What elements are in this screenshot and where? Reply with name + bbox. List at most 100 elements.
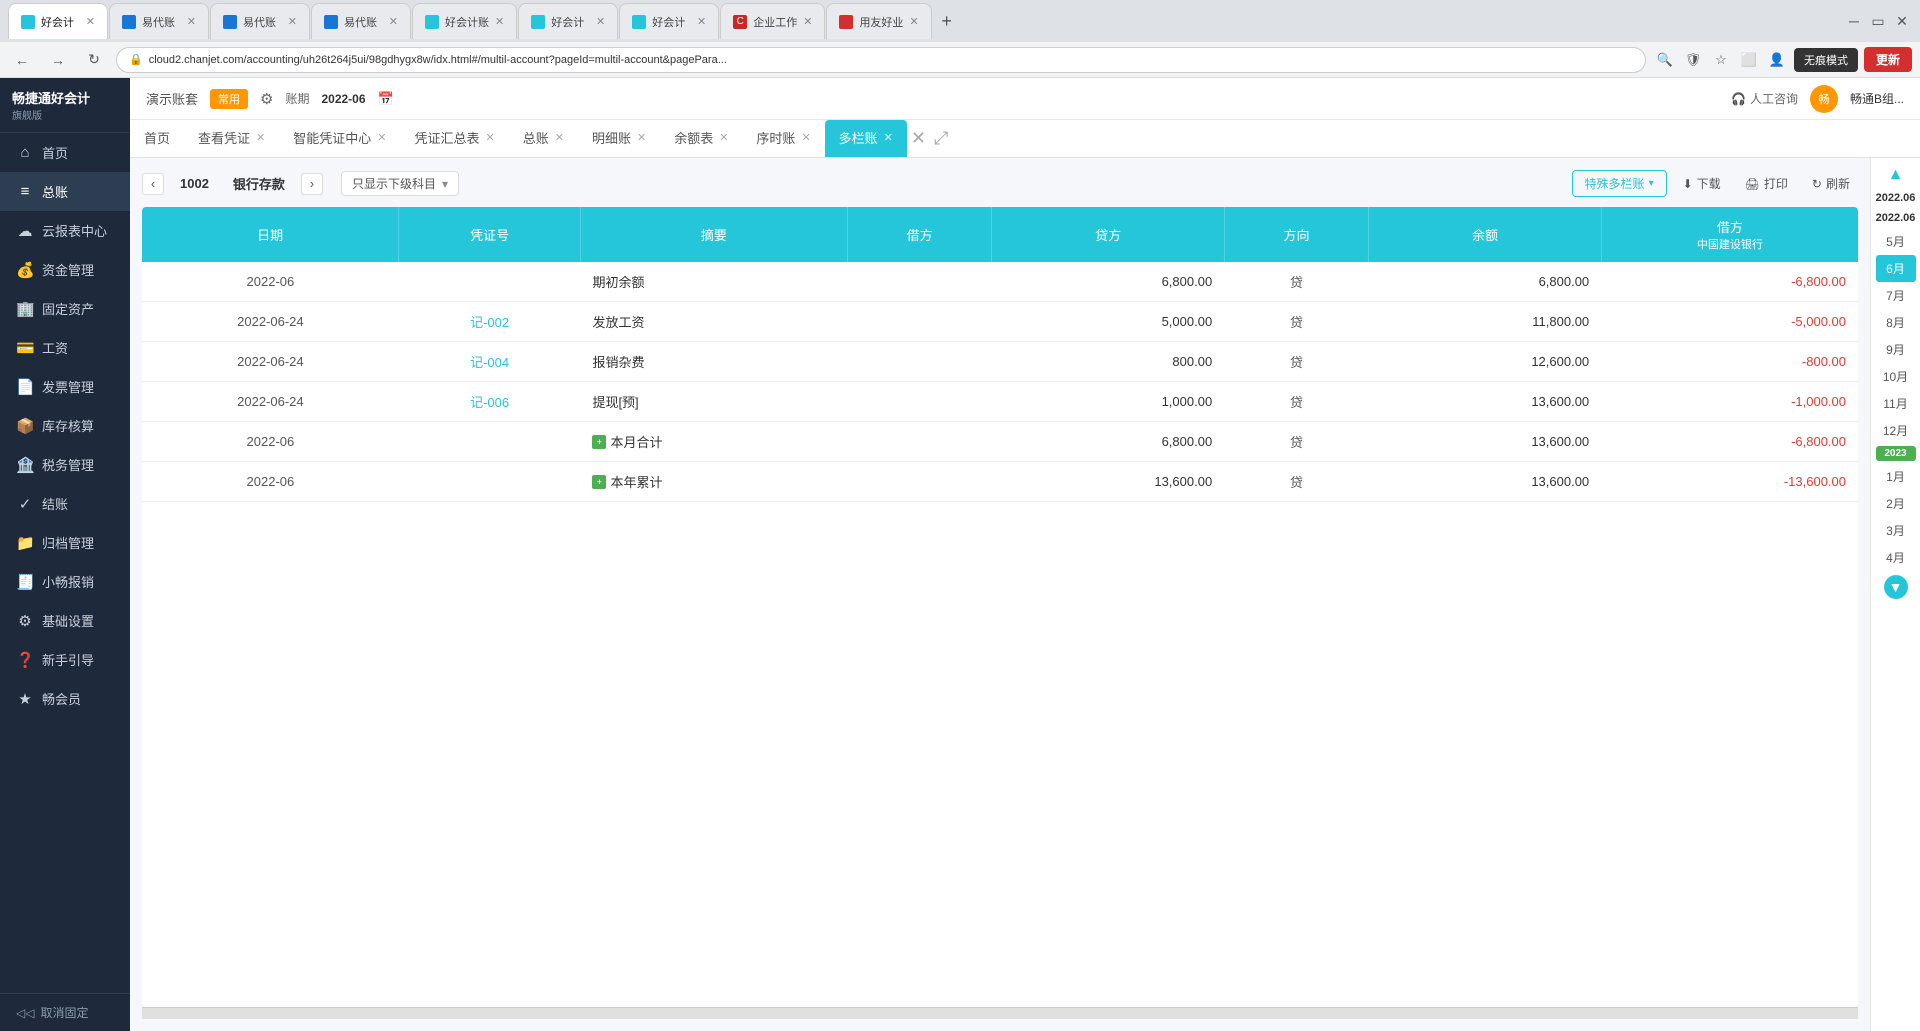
address-input[interactable]: 🔒 cloud2.chanjet.com/accounting/uh26t264… <box>116 47 1646 73</box>
forward-btn[interactable]: → <box>44 46 72 74</box>
payroll-icon: 💳 <box>16 339 34 357</box>
filter-dropdown[interactable]: 只显示下级科目 ▾ <box>341 171 459 196</box>
tab-close-btn[interactable]: ✕ <box>86 15 95 28</box>
page-tab-view-voucher[interactable]: 查看凭证 ✕ <box>184 120 279 157</box>
sidebar-item-guide[interactable]: ❓ 新手引导 <box>0 640 130 679</box>
sidebar-item-payroll[interactable]: 💳 工资 <box>0 328 130 367</box>
month-item-12[interactable]: 12月 <box>1876 417 1916 444</box>
back-btn[interactable]: ← <box>8 46 36 74</box>
settings-gear-icon[interactable]: ⚙ <box>260 90 273 108</box>
page-tab-general-ledger[interactable]: 总账 ✕ <box>509 120 578 157</box>
sidebar-item-fixed-assets[interactable]: 🏢 固定资产 <box>0 289 130 328</box>
close-window-btn[interactable]: ✕ <box>1892 11 1912 31</box>
cell-voucher[interactable]: 记-006 <box>399 382 581 422</box>
search-icon[interactable]: 🔍 <box>1654 49 1676 71</box>
page-tab-balance[interactable]: 余额表 ✕ <box>660 120 742 157</box>
page-tab-close-multi-col[interactable]: ✕ <box>884 131 893 144</box>
sidebar-item-archive[interactable]: 📁 归档管理 <box>0 523 130 562</box>
horizontal-scrollbar[interactable] <box>142 1007 1858 1019</box>
sidebar-item-cloud-reports[interactable]: ☁ 云报表中心 <box>0 211 130 250</box>
month-item-5[interactable]: 5月 <box>1876 228 1916 255</box>
prev-account-btn[interactable]: ‹ <box>142 173 164 195</box>
cell-voucher[interactable]: 记-004 <box>399 342 581 382</box>
tab-yonyou[interactable]: 用友好业 ✕ <box>826 3 931 39</box>
tab-haohuiji-3[interactable]: 好会计 ✕ <box>518 3 618 39</box>
profile-icon[interactable]: 👤 <box>1766 49 1788 71</box>
tab-close-btn[interactable]: ✕ <box>596 15 605 28</box>
sidebar-item-expense[interactable]: 🧾 小畅报销 <box>0 562 130 601</box>
sidebar-item-membership[interactable]: ★ 畅会员 <box>0 679 130 718</box>
month-nav-up-btn[interactable]: ▲ <box>1884 162 1908 188</box>
page-tab-close-view-voucher[interactable]: ✕ <box>256 131 265 144</box>
extensions-icon[interactable]: ⬜ <box>1738 49 1760 71</box>
refresh-browser-btn[interactable]: ↻ <box>80 46 108 74</box>
month-item-9[interactable]: 9月 <box>1876 336 1916 363</box>
stealth-mode-btn[interactable]: 无痕模式 <box>1794 48 1858 72</box>
tab-close-btn[interactable]: ✕ <box>288 15 297 28</box>
tab-haohuiji-2[interactable]: 好会计账 ✕ <box>412 3 517 39</box>
tab-close-btn[interactable]: ✕ <box>495 15 504 28</box>
page-tab-close-smart-voucher[interactable]: ✕ <box>377 131 386 144</box>
sidebar-item-fund-mgmt[interactable]: 💰 资金管理 <box>0 250 130 289</box>
user-avatar[interactable]: 畅 <box>1810 85 1838 113</box>
sidebar-pin-btn[interactable]: ◁◁ 取消固定 <box>0 993 130 1031</box>
tab-yidaizhang-1[interactable]: 易代账 ✕ <box>109 3 209 39</box>
consult-btn[interactable]: 🎧 人工咨询 <box>1731 90 1798 107</box>
sidebar-item-general-ledger[interactable]: ≡ 总账 <box>0 172 130 211</box>
month-item-7[interactable]: 7月 <box>1876 282 1916 309</box>
month-item-2023-1[interactable]: 1月 <box>1876 463 1916 490</box>
month-item-2023-3[interactable]: 3月 <box>1876 517 1916 544</box>
tab-haohuiji-active[interactable]: 好会计 ✕ <box>8 3 108 39</box>
download-btn[interactable]: ⬇ 下载 <box>1675 171 1729 196</box>
expand-panel-btn[interactable]: ⤢ <box>934 128 948 149</box>
page-tab-close-detail[interactable]: ✕ <box>637 131 646 144</box>
page-tab-close-voucher-summary[interactable]: ✕ <box>486 131 495 144</box>
multi-col-btn[interactable]: 特殊多栏账 ▾ <box>1572 170 1667 197</box>
tab-close-btn[interactable]: ✕ <box>697 15 706 28</box>
demo-badge[interactable]: 常用 <box>210 89 248 109</box>
minimize-btn[interactable]: ─ <box>1844 11 1864 31</box>
page-tab-detail-ledger[interactable]: 明细账 ✕ <box>578 120 660 157</box>
page-tab-voucher-summary[interactable]: 凭证汇总表 ✕ <box>400 120 508 157</box>
page-tab-close-sequence[interactable]: ✕ <box>801 131 810 144</box>
star-icon[interactable]: ☆ <box>1710 49 1732 71</box>
print-btn[interactable]: 🖨 打印 <box>1737 171 1796 196</box>
shield-icon[interactable]: 🛡 <box>1682 49 1704 71</box>
tab-close-btn[interactable]: ✕ <box>389 15 398 28</box>
month-item-10[interactable]: 10月 <box>1876 363 1916 390</box>
download-label: 下载 <box>1697 175 1721 192</box>
page-tab-multi-col[interactable]: 多栏账 ✕ <box>825 120 907 157</box>
month-item-6[interactable]: 6月 <box>1876 255 1916 282</box>
month-item-2023-4[interactable]: 4月 <box>1876 544 1916 571</box>
sidebar-item-home[interactable]: ⌂ 首页 <box>0 133 130 172</box>
sidebar-item-inventory[interactable]: 📦 库存核算 <box>0 406 130 445</box>
maximize-btn[interactable]: ▭ <box>1868 11 1888 31</box>
calendar-icon[interactable]: 📅 <box>378 91 394 107</box>
collapse-panel-btn[interactable]: ✕ <box>911 128 926 149</box>
month-item-2023-2[interactable]: 2月 <box>1876 490 1916 517</box>
tab-yidaizhang-2[interactable]: 易代账 ✕ <box>210 3 310 39</box>
tab-close-btn[interactable]: ✕ <box>909 15 918 28</box>
sidebar-item-tax-mgmt[interactable]: 🏦 税务管理 <box>0 445 130 484</box>
sidebar-item-settings[interactable]: ⚙ 基础设置 <box>0 601 130 640</box>
page-tab-sequence-ledger[interactable]: 序时账 ✕ <box>742 120 824 157</box>
page-tab-smart-voucher[interactable]: 智能凭证中心 ✕ <box>279 120 400 157</box>
page-tab-close-general-ledger[interactable]: ✕ <box>555 131 564 144</box>
tab-yidaizhang-3[interactable]: 易代账 ✕ <box>311 3 411 39</box>
month-nav-down-btn[interactable]: ▼ <box>1884 575 1908 599</box>
tab-close-btn[interactable]: ✕ <box>803 15 812 28</box>
month-item-8[interactable]: 8月 <box>1876 309 1916 336</box>
tab-close-btn[interactable]: ✕ <box>187 15 196 28</box>
tab-haohuiji-4[interactable]: 好会计 ✕ <box>619 3 719 39</box>
update-btn[interactable]: 更新 <box>1864 47 1912 72</box>
new-tab-btn[interactable]: + <box>933 7 961 35</box>
refresh-ledger-btn[interactable]: ↻ 刷新 <box>1804 171 1858 196</box>
cell-voucher[interactable]: 记-002 <box>399 302 581 342</box>
page-tab-home[interactable]: 首页 <box>130 120 184 157</box>
page-tab-close-balance[interactable]: ✕ <box>719 131 728 144</box>
tab-enterprise[interactable]: C 企业工作 ✕ <box>720 3 825 39</box>
month-item-11[interactable]: 11月 <box>1876 390 1916 417</box>
sidebar-item-invoice-mgmt[interactable]: 📄 发票管理 <box>0 367 130 406</box>
next-account-btn[interactable]: › <box>301 173 323 195</box>
sidebar-item-closing[interactable]: ✓ 结账 <box>0 484 130 523</box>
